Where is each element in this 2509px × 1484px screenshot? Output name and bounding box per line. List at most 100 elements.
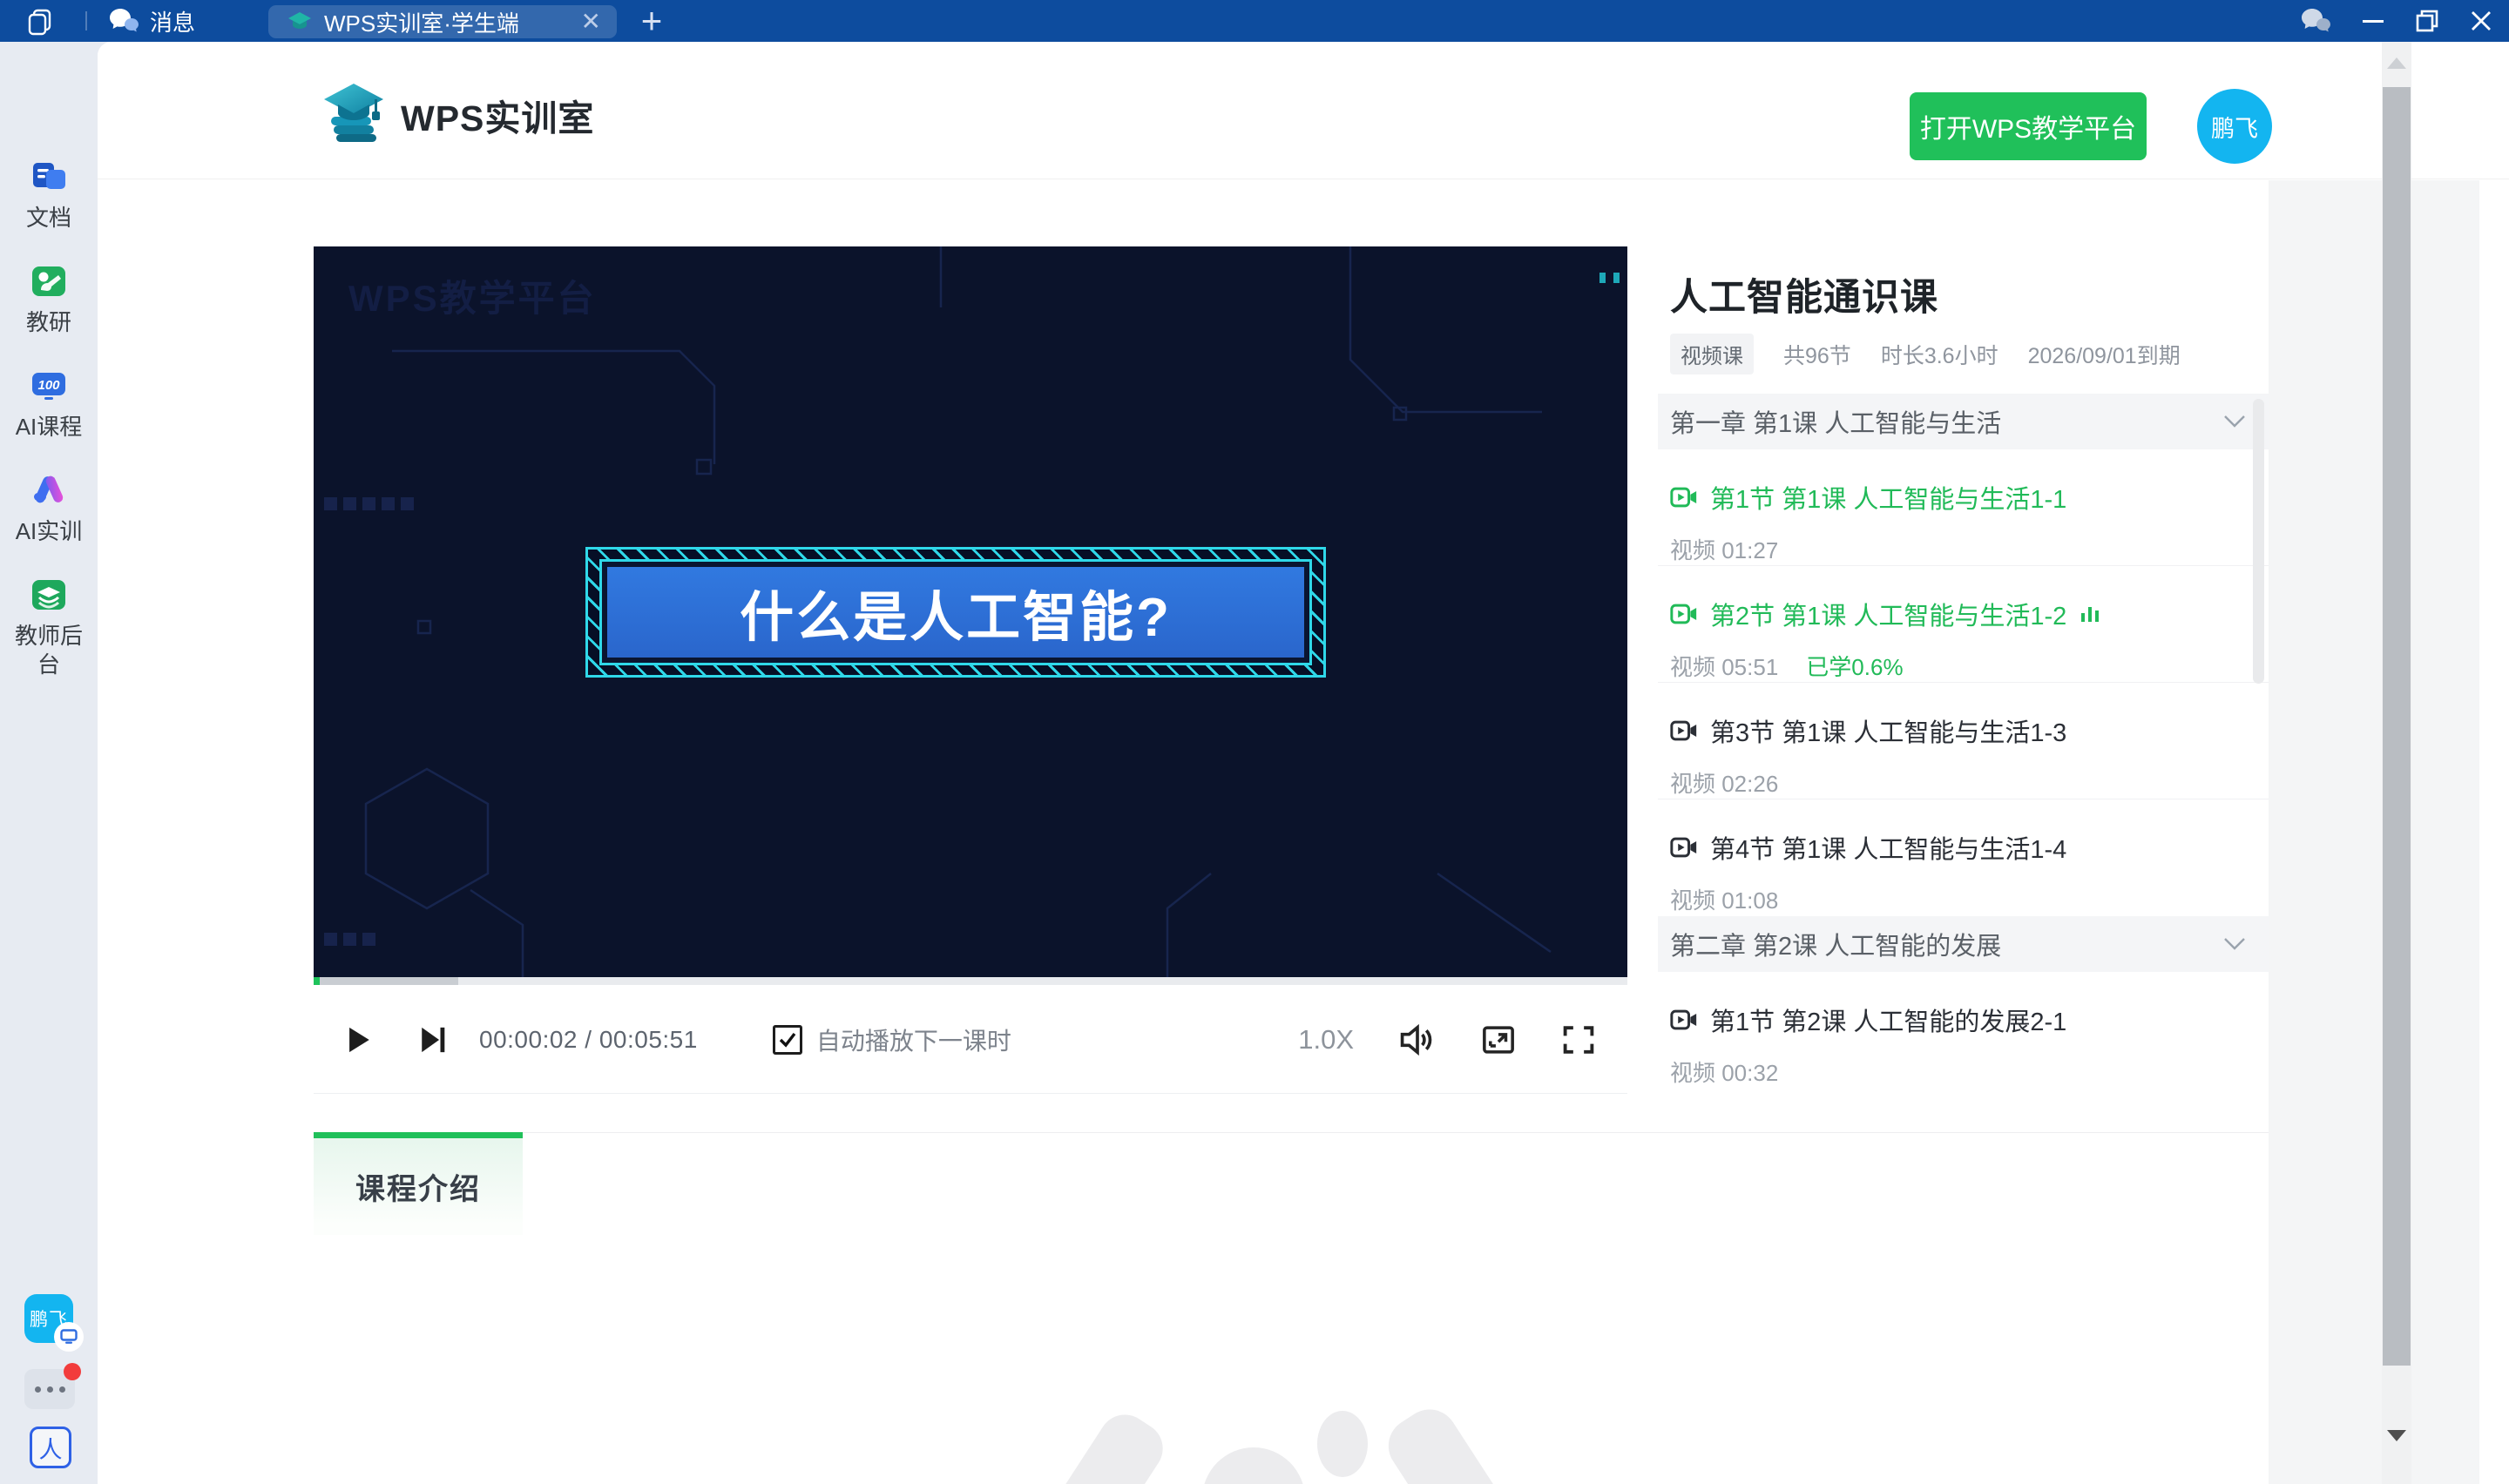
app-body: 文档 教研 100 AI课程 AI实训 教师后台 鹏飞 (0, 42, 2509, 1484)
lesson-item[interactable]: 第1节 第2课 人工智能的发展2-1 视频 00:32 (1658, 972, 2269, 1089)
lesson-duration: 视频 02:26 (1670, 766, 1778, 799)
lesson-duration: 视频 00:32 (1670, 1056, 1778, 1088)
left-sidebar: 文档 教研 100 AI课程 AI实训 教师后台 鹏飞 (0, 42, 98, 1484)
lesson-item[interactable]: 第1节 第1课 人工智能与生活1-1 视频 01:27 (1658, 449, 2269, 566)
device-status-badge (54, 1322, 84, 1352)
more-options-button[interactable] (24, 1369, 75, 1409)
maximize-restore-icon[interactable] (2415, 9, 2439, 33)
sidebar-label: 文档 (12, 204, 85, 233)
picture-in-picture-icon[interactable] (1481, 1023, 1516, 1056)
feedback-chat-icon[interactable] (2300, 7, 2331, 35)
graduation-cap-mini-icon (287, 11, 312, 32)
profile-glyph: 人 (39, 1431, 63, 1465)
messages-label: 消息 (150, 5, 195, 37)
sidebar-item-teacher-backend[interactable]: 教师后台 (0, 575, 98, 680)
page-header: WPS实训室 打开WPS教学平台 鹏飞 (98, 42, 2509, 179)
sidebar-item-teaching-research[interactable]: 教研 (0, 261, 98, 337)
close-window-icon[interactable] (2469, 9, 2493, 33)
svg-text:100: 100 (37, 378, 60, 393)
lesson-progress: 已学0.6% (1806, 650, 1903, 682)
video-lesson-icon (1670, 602, 1698, 626)
new-tab-button[interactable]: + (632, 0, 671, 42)
player-controls: 00:00:02 / 00:05:51 自动播放下一课时 1.0X (314, 985, 1627, 1094)
lesson-title: 第3节 第1课 人工智能与生活1-3 (1710, 712, 2066, 749)
lesson-title: 第2节 第1课 人工智能与生活1-2 (1710, 596, 2066, 632)
video-progress-bar[interactable] (314, 977, 1627, 985)
now-playing-bars-icon (2079, 603, 2101, 625)
notification-dot (64, 1363, 81, 1380)
scrollbar-thumb[interactable] (2383, 87, 2411, 1366)
lesson-item[interactable]: 第4节 第1课 人工智能与生活1-4 视频 01:08 (1658, 799, 2269, 916)
tab-course-intro[interactable]: 课程介绍 (314, 1132, 523, 1235)
sidebar-item-ai-course[interactable]: 100 AI课程 (0, 366, 98, 442)
scroll-down-arrow-icon[interactable] (2387, 1430, 2406, 1441)
chapter-title: 第二章 第2课 人工智能的发展 (1670, 926, 2223, 962)
play-button[interactable] (343, 1023, 373, 1056)
tab-wps-training-room[interactable]: WPS实训室·学生端 ✕ (268, 5, 617, 38)
course-duration: 时长3.6小时 (1881, 339, 1998, 370)
lesson-duration: 视频 05:51 (1670, 650, 1778, 682)
ai-course-icon: 100 (29, 366, 69, 406)
chapter-list: 第一章 第1课 人工智能与生活 第1节 第1课 人工智能与生活1-1 视频 01… (1658, 394, 2269, 1089)
lesson-duration: 视频 01:08 (1670, 883, 1778, 915)
course-panel: 人工智能通识课 视频课 共96节 时长3.6小时 2026/09/01到期 第一… (1658, 246, 2269, 1096)
monitor-icon (60, 1329, 78, 1345)
course-title: 人工智能通识课 (1670, 267, 1938, 321)
window-scrollbar[interactable] (2382, 42, 2411, 1484)
messages-button[interactable]: 消息 (108, 5, 195, 37)
check-icon (777, 1029, 798, 1050)
lesson-title: 第4节 第1课 人工智能与生活1-4 (1710, 829, 2066, 866)
lesson-count: 共96节 (1783, 339, 1851, 370)
chapter-header[interactable]: 第二章 第2课 人工智能的发展 (1658, 916, 2269, 972)
lesson-title: 第1节 第2课 人工智能的发展2-1 (1710, 1002, 2066, 1038)
profile-button[interactable]: 人 (30, 1427, 71, 1468)
teacher-backend-icon (29, 575, 69, 615)
playback-speed-button[interactable]: 1.0X (1298, 1024, 1354, 1056)
right-gutter (2269, 180, 2479, 1484)
course-intro-section: 课程介绍 (314, 1132, 2269, 1484)
avatar-initials: 鹏飞 (2211, 110, 2258, 144)
course-type-badge: 视频课 (1670, 334, 1754, 374)
tab-title: WPS实训室·学生端 (324, 6, 572, 38)
wps-training-logo (321, 77, 387, 143)
lesson-duration: 视频 01:27 (1670, 533, 1778, 565)
video-lesson-icon (1670, 1008, 1698, 1032)
sidebar-item-docs[interactable]: 文档 (0, 157, 98, 233)
buffered-segment (314, 977, 458, 985)
title-bar: 消息 WPS实训室·学生端 ✕ + (0, 0, 2509, 42)
titlebar-divider (85, 11, 87, 30)
volume-icon[interactable] (1399, 1023, 1436, 1056)
chat-bubbles-icon (108, 7, 139, 35)
sidebar-item-ai-training[interactable]: AI实训 (0, 470, 98, 546)
time-display: 00:00:02 / 00:05:51 (479, 1026, 698, 1054)
pixel-deco (324, 933, 375, 946)
course-list-scrollbar[interactable] (2253, 399, 2264, 684)
tab-close-icon[interactable]: ✕ (581, 10, 601, 34)
cyan-deco-dots (1599, 273, 1627, 283)
course-meta: 视频课 共96节 时长3.6小时 2026/09/01到期 (1670, 334, 2181, 374)
open-wps-teaching-platform-button[interactable]: 打开WPS教学平台 (1910, 92, 2147, 160)
minimize-icon[interactable] (2361, 9, 2385, 33)
chapter-header[interactable]: 第一章 第1课 人工智能与生活 (1658, 394, 2269, 449)
course-expiry: 2026/09/01到期 (2028, 339, 2181, 370)
chapter-title: 第一章 第1课 人工智能与生活 (1670, 403, 2223, 440)
next-lesson-button[interactable] (418, 1023, 448, 1056)
autoplay-checkbox[interactable] (773, 1025, 802, 1055)
window-manager-icon[interactable] (26, 8, 54, 36)
autoplay-label: 自动播放下一课时 (816, 1022, 1011, 1057)
slide-title: 什么是人工智能? (740, 573, 1172, 651)
fullscreen-icon[interactable] (1561, 1023, 1596, 1056)
lesson-item[interactable]: 第3节 第1课 人工智能与生活1-3 视频 02:26 (1658, 683, 2269, 799)
video-lesson-icon (1670, 835, 1698, 860)
intro-tab-label: 课程介绍 (355, 1165, 481, 1208)
lesson-item-playing[interactable]: 第2节 第1课 人工智能与生活1-2 视频 05:51 已学0.6% (1658, 566, 2269, 683)
scroll-up-arrow-icon[interactable] (2387, 57, 2406, 69)
video-lesson-icon (1670, 485, 1698, 509)
sidebar-avatar[interactable]: 鹏飞 (24, 1294, 73, 1343)
user-avatar[interactable]: 鹏飞 (2197, 89, 2272, 164)
docs-icon (29, 157, 69, 197)
video-player[interactable]: WPS教学平台 什么是人工智能? (314, 246, 1627, 977)
slide-title-plate: 什么是人工智能? (585, 547, 1326, 678)
sidebar-label: 教师后台 (12, 622, 85, 680)
ai-training-icon (29, 470, 69, 510)
